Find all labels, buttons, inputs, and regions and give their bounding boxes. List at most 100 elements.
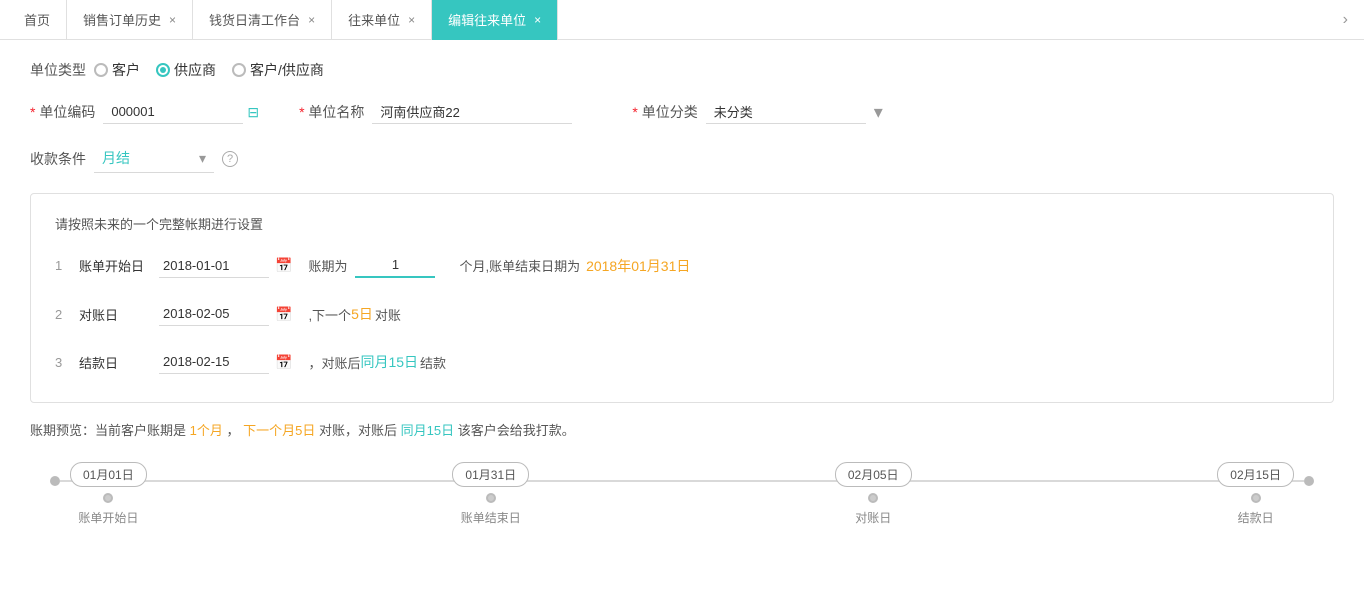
payment-help-icon[interactable]: ? <box>222 151 238 167</box>
period-row-2-highlight: 5日 <box>351 304 373 324</box>
timeline-label-1: 账单开始日 <box>78 509 138 526</box>
radio-customer-label: 客户 <box>112 60 140 80</box>
unit-code-input-wrapper: ⊟ <box>103 100 259 124</box>
unit-category-item: 单位分类 ▾ <box>632 100 882 124</box>
unit-name-input[interactable] <box>372 100 572 124</box>
tab-home[interactable]: 首页 <box>8 0 67 40</box>
period-row-3-label: 结款日 <box>79 353 159 372</box>
period-settings-box: 请按照未来的一个完整帐期进行设置 1 账单开始日 📅 账期为 个月,账单结束日期… <box>30 193 1334 403</box>
period-row-2-label: 对账日 <box>79 305 159 324</box>
timeline-end-dot <box>1304 476 1314 486</box>
tab-cash-work-close[interactable]: × <box>308 13 315 27</box>
radio-customer-circle <box>94 63 108 77</box>
preview-prefix: 账期预览：当前客户账期是 <box>30 423 186 438</box>
timeline-point-2: 01月31日 账单结束日 <box>452 462 529 526</box>
period-row-2-desc-prefix: ,下一个 <box>308 305 351 324</box>
tab-sales-history-close[interactable]: × <box>169 13 176 27</box>
period-row-2-num: 2 <box>55 307 79 322</box>
tab-sales-history[interactable]: 销售订单历史 × <box>67 0 193 40</box>
tab-edit-partner[interactable]: 编辑往来单位 × <box>432 0 558 40</box>
period-row-2-desc-suffix: 对账 <box>375 305 401 324</box>
payment-item: 收款条件 月结 ▾ ? <box>30 144 238 173</box>
timeline-label-2: 账单结束日 <box>461 509 521 526</box>
preview-section: 账期预览：当前客户账期是 1个月 ， 下一个月5日 对账，对账后 同月15日 该… <box>30 419 1334 442</box>
unit-code-input[interactable] <box>103 100 243 124</box>
tabs-bar: 首页 销售订单历史 × 钱货日清工作台 × 往来单位 × 编辑往来单位 × › <box>0 0 1364 40</box>
tab-edit-partner-close[interactable]: × <box>534 13 541 27</box>
preview-part2: 下一个月5日 <box>243 423 315 438</box>
payment-value: 月结 <box>102 148 191 168</box>
unit-type-radio-group: 客户 供应商 客户/供应商 <box>94 60 324 80</box>
radio-both-circle <box>232 63 246 77</box>
radio-supplier-label: 供应商 <box>174 60 216 80</box>
period-row-1-num: 1 <box>55 258 79 273</box>
tab-edit-partner-label: 编辑往来单位 <box>448 10 526 29</box>
period-row-1-date[interactable] <box>159 254 269 278</box>
radio-customer[interactable]: 客户 <box>94 60 140 80</box>
period-row-1-desc-suffix: 个月,账单结束日期为 <box>459 256 580 275</box>
period-row-3-highlight: 同月15日 <box>360 352 418 372</box>
period-row-1-desc-prefix: 账期为 <box>308 256 347 275</box>
preview-suffix: 该客户会给我打款。 <box>458 423 575 438</box>
period-row-1: 1 账单开始日 📅 账期为 个月,账单结束日期为 2018年01月31日 <box>55 253 1309 278</box>
period-row-1-calendar-icon[interactable]: 📅 <box>275 257 292 274</box>
period-row-1-end-date: 2018年01月31日 <box>586 256 690 276</box>
timeline-label-3: 对账日 <box>855 509 891 526</box>
radio-supplier[interactable]: 供应商 <box>156 60 216 80</box>
unit-type-row: 单位类型 客户 供应商 客户/供应商 <box>30 60 1334 80</box>
unit-type-item: 单位类型 客户 供应商 客户/供应商 <box>30 60 324 80</box>
period-row-3-desc-prefix: ，对账后 <box>308 353 360 372</box>
timeline-label-4: 结款日 <box>1238 509 1274 526</box>
period-row-3-desc-suffix: 结款 <box>420 353 446 372</box>
unit-type-label: 单位类型 <box>30 60 86 80</box>
tab-partner-unit-close[interactable]: × <box>408 13 415 27</box>
timeline-dot-4 <box>1251 493 1261 503</box>
timeline-track: 01月01日 账单开始日 01月31日 账单结束日 02月05日 对账日 <box>60 462 1304 526</box>
payment-select[interactable]: 月结 ▾ <box>94 144 214 173</box>
radio-supplier-circle <box>156 63 170 77</box>
unit-info-row: 单位编码 ⊟ 单位名称 单位分类 ▾ <box>30 100 1334 124</box>
unit-category-select-wrapper: ▾ <box>706 100 883 124</box>
timeline-badge-3: 02月05日 <box>835 462 912 487</box>
timeline-dot-1 <box>103 493 113 503</box>
unit-code-label: 单位编码 <box>30 102 95 122</box>
tab-partner-unit[interactable]: 往来单位 × <box>332 0 432 40</box>
timeline-badge-1: 01月01日 <box>70 462 147 487</box>
main-content: 单位类型 客户 供应商 客户/供应商 单位编码 <box>0 40 1364 608</box>
timeline-points-row: 01月01日 账单开始日 01月31日 账单结束日 02月05日 对账日 <box>70 462 1294 526</box>
period-row-3: 3 结款日 📅 ，对账后 同月15日 结款 <box>55 350 1309 374</box>
timeline-badge-2: 01月31日 <box>452 462 529 487</box>
period-row-1-label: 账单开始日 <box>79 256 159 275</box>
radio-both[interactable]: 客户/供应商 <box>232 60 324 80</box>
period-row-1-months-input[interactable] <box>355 253 435 278</box>
payment-row: 收款条件 月结 ▾ ? <box>30 144 1334 173</box>
tab-cash-work-label: 钱货日清工作台 <box>209 10 300 29</box>
period-row-3-num: 3 <box>55 355 79 370</box>
unit-name-label: 单位名称 <box>299 102 364 122</box>
preview-sep2: 对账，对账后 <box>319 423 397 438</box>
period-row-2-date[interactable] <box>159 302 269 326</box>
unit-category-label: 单位分类 <box>632 102 697 122</box>
unit-category-input[interactable] <box>706 100 866 124</box>
unit-name-item: 单位名称 <box>299 100 572 124</box>
payment-label: 收款条件 <box>30 149 86 169</box>
preview-sep1: ， <box>227 423 240 438</box>
timeline-dot-3 <box>868 493 878 503</box>
preview-part1: 1个月 <box>190 423 223 438</box>
tab-home-label: 首页 <box>24 10 50 29</box>
timeline-dot-2 <box>486 493 496 503</box>
period-box-title: 请按照未来的一个完整帐期进行设置 <box>55 214 1309 233</box>
tab-cash-work[interactable]: 钱货日清工作台 × <box>193 0 332 40</box>
period-row-2: 2 对账日 📅 ,下一个 5日 对账 <box>55 302 1309 326</box>
unit-code-copy-icon[interactable]: ⊟ <box>247 104 259 121</box>
radio-both-label: 客户/供应商 <box>250 60 324 80</box>
period-row-3-date[interactable] <box>159 350 269 374</box>
unit-category-arrow-icon[interactable]: ▾ <box>874 102 883 123</box>
period-row-3-calendar-icon[interactable]: 📅 <box>275 354 292 371</box>
tab-more-button[interactable]: › <box>1335 11 1356 29</box>
preview-part3: 同月15日 <box>401 423 454 438</box>
period-row-2-calendar-icon[interactable]: 📅 <box>275 306 292 323</box>
timeline-start-dot <box>50 476 60 486</box>
unit-code-item: 单位编码 ⊟ <box>30 100 259 124</box>
payment-arrow-icon: ▾ <box>199 150 206 167</box>
